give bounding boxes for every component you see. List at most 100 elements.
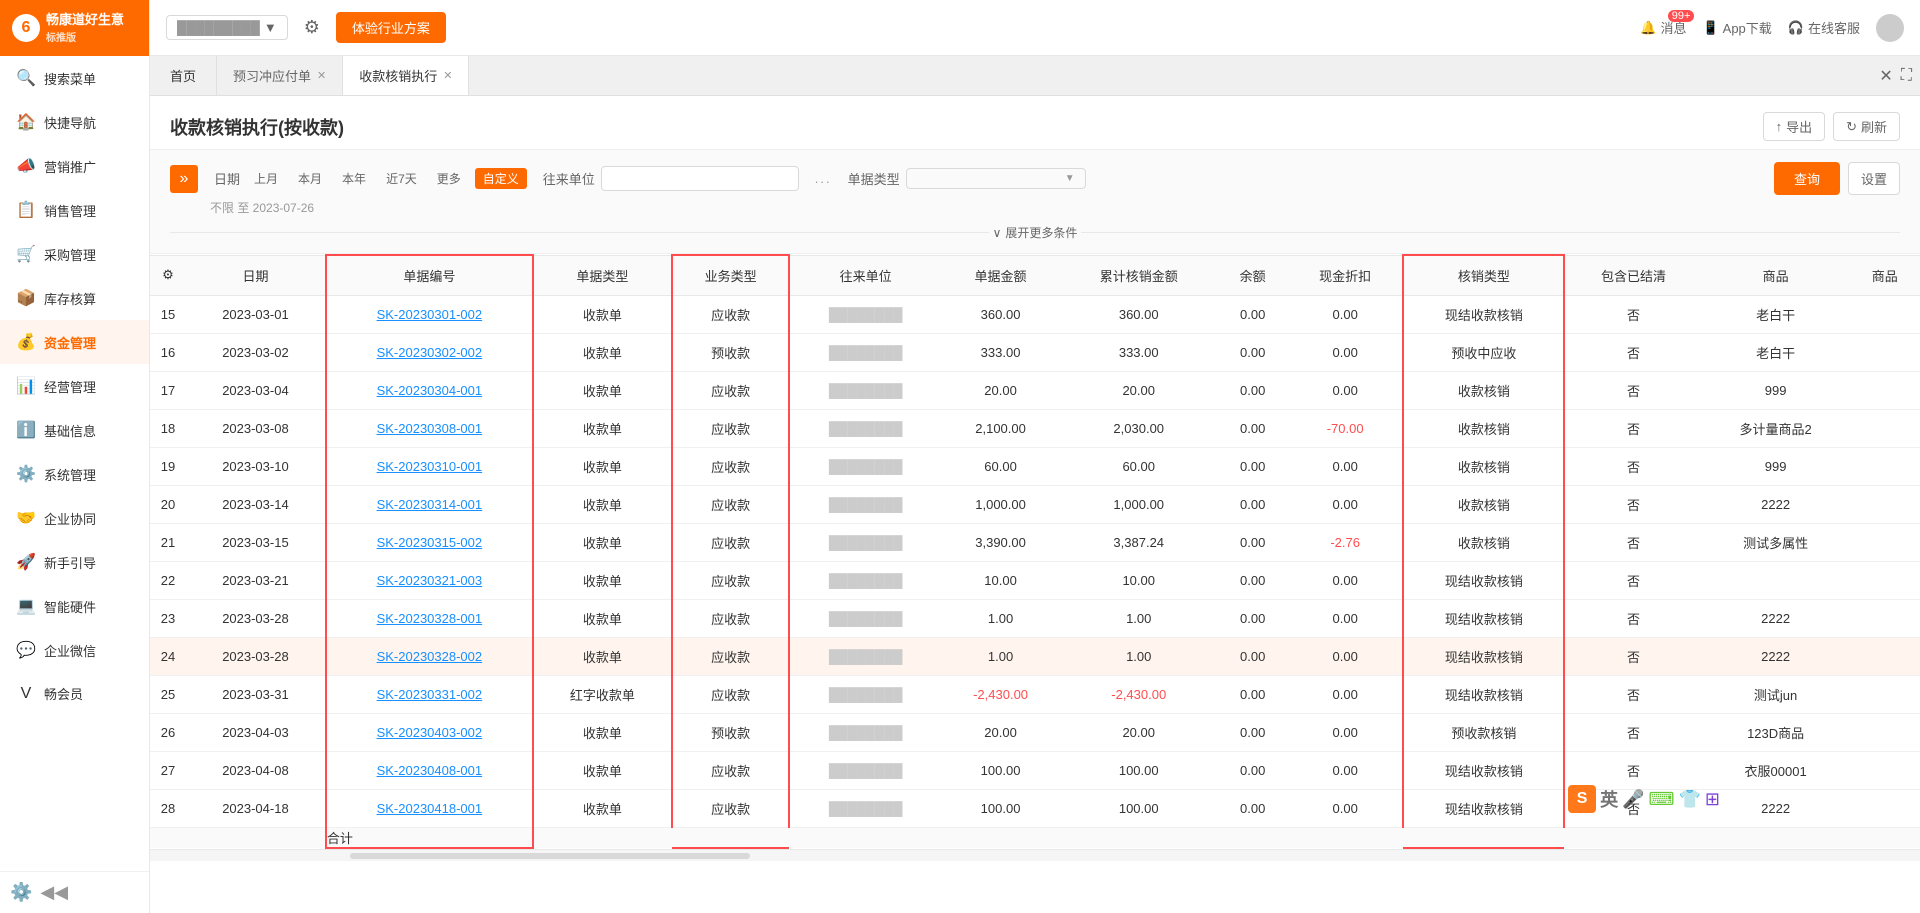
row-partner: ████████	[789, 334, 941, 372]
row-doctype: 收款单	[533, 524, 672, 562]
row-order-no: SK-20230314-001	[326, 486, 533, 524]
custom-date-button[interactable]: 自定义	[475, 168, 527, 189]
row-cancel-type: 预收款核销	[1403, 714, 1564, 752]
more-date-button[interactable]: 更多	[429, 168, 469, 189]
settings-icon[interactable]: ⚙️	[10, 882, 32, 903]
sidebar-logo: 6 畅康道好生意 标推版	[0, 0, 149, 56]
sidebar-item-hardware[interactable]: 💻 智能硬件	[0, 584, 149, 628]
tab-collection-exec[interactable]: 收款核销执行 ✕	[343, 56, 469, 95]
row-goods2	[1850, 486, 1920, 524]
this-month-button[interactable]: 本月	[290, 168, 330, 189]
industry-solution-button[interactable]: 体验行业方案	[336, 12, 446, 43]
last-month-button[interactable]: 上月	[246, 168, 286, 189]
row-goods	[1702, 562, 1850, 600]
collapse-icon[interactable]: ◀◀	[40, 882, 68, 903]
this-year-button[interactable]: 本年	[334, 168, 374, 189]
row-partner: ████████	[789, 410, 941, 448]
newbie-icon: 🚀	[16, 552, 36, 572]
row-biztype: 应收款	[672, 600, 789, 638]
topbar-actions: 🔔 消息 99+ 📱 App下载 🎧 在线客服	[1640, 14, 1904, 42]
sales-icon: 📋	[16, 200, 36, 220]
row-date: 2023-03-02	[186, 334, 326, 372]
row-order-no: SK-20230315-002	[326, 524, 533, 562]
partner-input[interactable]	[601, 166, 799, 191]
export-button[interactable]: ↑ 导出	[1763, 112, 1826, 141]
row-amount: 2,100.00	[941, 410, 1060, 448]
row-cancel-type: 现结收款核销	[1403, 638, 1564, 676]
expand-more-conditions[interactable]: ∨ 展开更多条件	[170, 224, 1900, 241]
horizontal-scrollbar[interactable]	[350, 853, 750, 859]
tab-expand-button[interactable]: ⛶	[1901, 67, 1912, 85]
operations-icon: 📊	[16, 376, 36, 396]
sidebar-item-collab[interactable]: 🤝 企业协同	[0, 496, 149, 540]
table-row: 20 2023-03-14 SK-20230314-001 收款单 应收款 ██…	[150, 486, 1920, 524]
brand-watermark: S 英 🎤 ⌨ 👕 ⊞	[1568, 785, 1720, 813]
sidebar-item-newbie[interactable]: 🚀 新手引导	[0, 540, 149, 584]
row-amount: 1,000.00	[941, 486, 1060, 524]
company-select-text: █████████	[177, 20, 260, 35]
user-avatar[interactable]	[1876, 14, 1904, 42]
col-partner-header: 往来单位	[789, 255, 941, 296]
row-biztype: 预收款	[672, 714, 789, 752]
row-include-settled: 否	[1564, 296, 1701, 334]
date-range-display: 不限 至 2023-07-26	[210, 199, 1900, 216]
total-label: 合计	[326, 828, 533, 849]
company-select[interactable]: █████████ ▼	[166, 15, 288, 40]
row-no: 16	[150, 334, 186, 372]
sidebar-item-finance[interactable]: 💰 资金管理	[0, 320, 149, 364]
row-partner: ████████	[789, 562, 941, 600]
col-cash-discount-header: 现金折扣	[1288, 255, 1404, 296]
col-settings-header[interactable]: ⚙	[150, 255, 186, 296]
sidebar-item-vip[interactable]: V 畅会员	[0, 672, 149, 715]
sidebar-item-purchase[interactable]: 🛒 采购管理	[0, 232, 149, 276]
gear-icon[interactable]: ⚙	[300, 13, 324, 42]
row-amount: -2,430.00	[941, 676, 1060, 714]
col-balance-header: 余额	[1217, 255, 1287, 296]
marketing-icon: 📣	[16, 156, 36, 176]
row-date: 2023-04-18	[186, 790, 326, 828]
row-cancel-type: 收款核销	[1403, 372, 1564, 410]
filter-settings-button[interactable]: 设置	[1848, 162, 1900, 195]
filter-expand-left-button[interactable]: »	[170, 165, 198, 193]
sidebar-item-sales[interactable]: 📋 销售管理	[0, 188, 149, 232]
row-balance: 0.00	[1217, 790, 1287, 828]
row-biztype: 应收款	[672, 752, 789, 790]
row-balance: 0.00	[1217, 410, 1287, 448]
row-cancel-amount: 60.00	[1060, 448, 1218, 486]
row-cash-discount: 0.00	[1288, 676, 1404, 714]
sidebar-item-sysadmin[interactable]: ⚙️ 系统管理	[0, 452, 149, 496]
row-goods: 999	[1702, 372, 1850, 410]
row-order-no: SK-20230331-002	[326, 676, 533, 714]
sidebar-item-quicknav[interactable]: 🏠 快捷导航	[0, 100, 149, 144]
sidebar-item-inventory[interactable]: 📦 库存核算	[0, 276, 149, 320]
tab-close-button[interactable]: ✕	[1879, 66, 1892, 86]
sidebar-item-marketing[interactable]: 📣 营销推广	[0, 144, 149, 188]
online-service-button[interactable]: 🎧 在线客服	[1788, 18, 1860, 37]
doctype-select[interactable]	[906, 168, 1086, 189]
tab-collection-label: 收款核销执行	[359, 66, 437, 85]
tab-close-icon[interactable]: ✕	[317, 69, 326, 82]
messages-button[interactable]: 🔔 消息 99+	[1640, 18, 1686, 37]
tab-home[interactable]: 首页	[150, 56, 217, 95]
sidebar-item-label: 基础信息	[44, 421, 96, 440]
sidebar-item-basicinfo[interactable]: ℹ️ 基础信息	[0, 408, 149, 452]
row-cash-discount: 0.00	[1288, 486, 1404, 524]
tab-prepay-doc[interactable]: 预习冲应付单 ✕	[217, 56, 343, 95]
app-version: 标推版	[46, 29, 124, 44]
filter-bar: » 日期 上月 本月 本年 近7天 更多 自定义 往来单位	[150, 150, 1920, 254]
tab-close-icon[interactable]: ✕	[443, 69, 452, 82]
sidebar-item-label: 资金管理	[44, 333, 96, 352]
sidebar-item-label: 快捷导航	[44, 113, 96, 132]
row-biztype: 应收款	[672, 486, 789, 524]
row-include-settled: 否	[1564, 638, 1701, 676]
app-download-button[interactable]: 📱 App下载	[1702, 18, 1771, 37]
sidebar-item-operations[interactable]: 📊 经营管理	[0, 364, 149, 408]
topbar: █████████ ▼ ⚙ 体验行业方案 🔔 消息 99+ 📱 App下载 🎧 …	[150, 0, 1920, 56]
sidebar-item-wecom[interactable]: 💬 企业微信	[0, 628, 149, 672]
query-button[interactable]: 查询	[1774, 162, 1840, 195]
row-date: 2023-03-15	[186, 524, 326, 562]
table-row: 15 2023-03-01 SK-20230301-002 收款单 应收款 ██…	[150, 296, 1920, 334]
refresh-button[interactable]: ↻ 刷新	[1833, 112, 1900, 141]
last-7days-button[interactable]: 近7天	[378, 168, 425, 189]
sidebar-item-search[interactable]: 🔍 搜索菜单	[0, 56, 149, 100]
